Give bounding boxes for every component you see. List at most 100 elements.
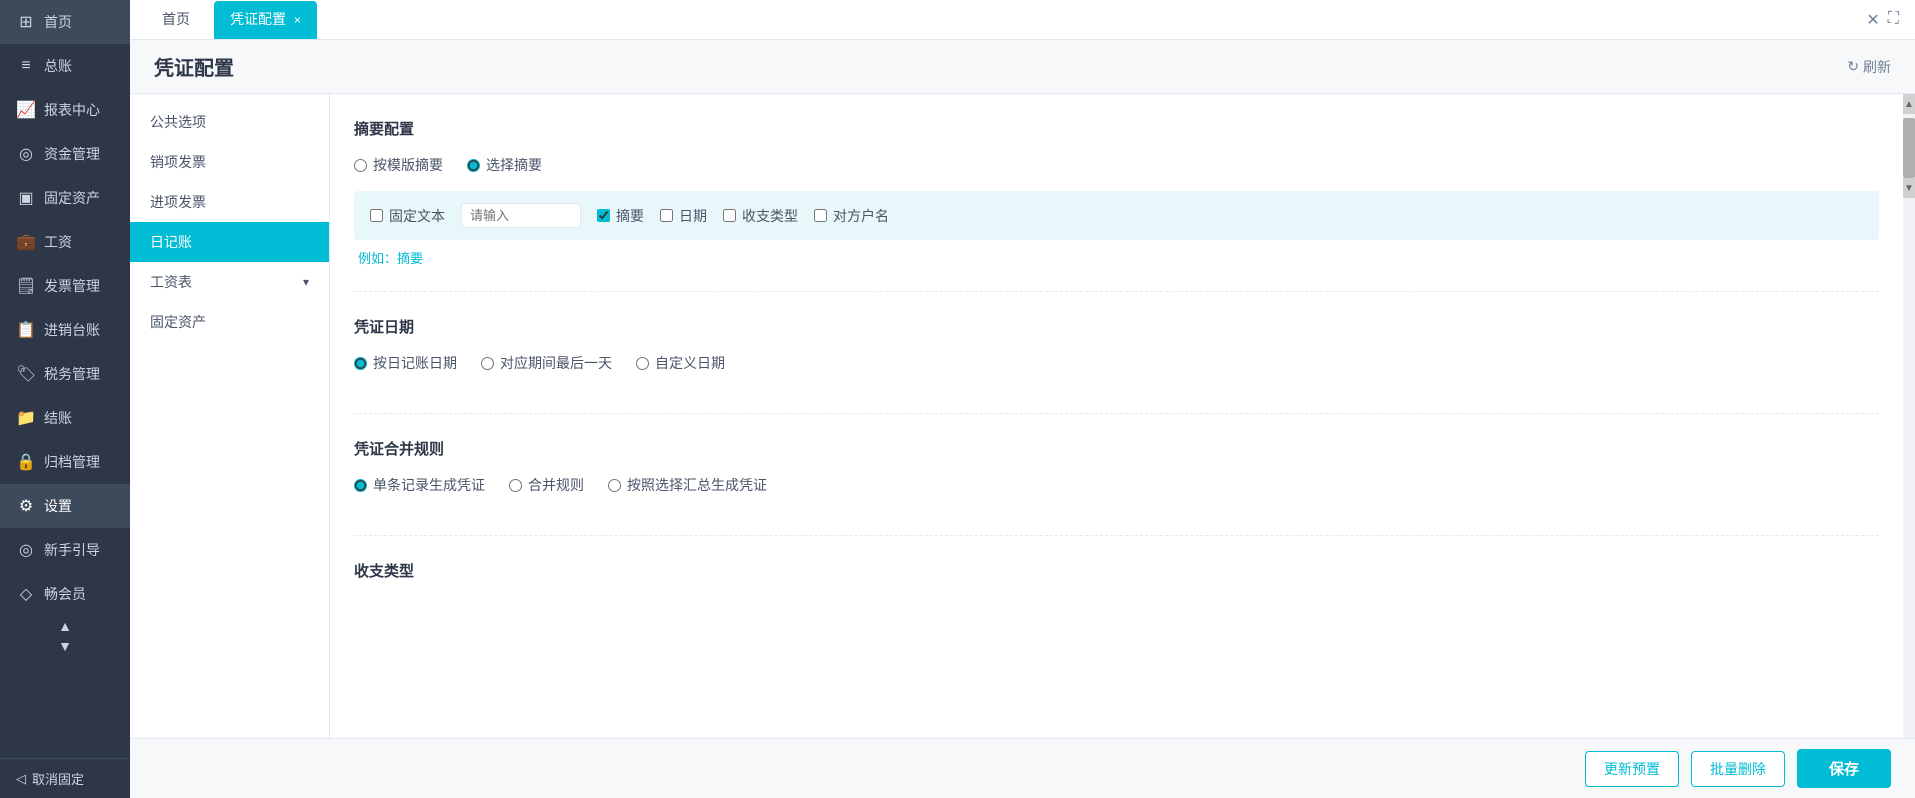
- batch-delete-button[interactable]: 批量删除: [1691, 751, 1785, 787]
- checkbox-counterpart[interactable]: 对方户名: [814, 206, 889, 226]
- radio-select-summary[interactable]: 选择摘要: [467, 155, 542, 175]
- sidebar-item-report[interactable]: 📈 报表中心: [0, 88, 130, 132]
- radio-template-summary[interactable]: 按模版摘要: [354, 155, 443, 175]
- sidebar-item-funds[interactable]: ◎ 资金管理: [0, 132, 130, 176]
- sidebar-scroll-up[interactable]: ▲: [0, 616, 130, 636]
- sidebar-item-label: 结账: [44, 408, 72, 428]
- unpin-button[interactable]: ◁ 取消固定: [0, 758, 130, 798]
- checkbox-income-type[interactable]: 收支类型: [723, 206, 798, 226]
- window-resize-icon[interactable]: ⛶: [1888, 10, 1899, 30]
- checkbox-fixed-text[interactable]: 固定文本: [370, 206, 445, 226]
- nav-item-journal[interactable]: 日记账: [130, 222, 329, 262]
- checkbox-fixed-text-label: 固定文本: [389, 206, 445, 226]
- sidebar-item-invoice-mgmt[interactable]: 🗒 发票管理: [0, 264, 130, 308]
- sidebar-item-archive[interactable]: 🔒 归档管理: [0, 440, 130, 484]
- sidebar-item-label: 发票管理: [44, 276, 100, 296]
- sidebar-item-assets[interactable]: ▣ 固定资产: [0, 176, 130, 220]
- page-header: 凭证配置 ↻ 刷新: [130, 40, 1915, 94]
- ledger-icon: ≡: [16, 57, 36, 75]
- update-preview-button[interactable]: 更新预置: [1585, 751, 1679, 787]
- refresh-button[interactable]: ↻ 刷新: [1847, 57, 1891, 77]
- scroll-up-button[interactable]: ▲: [1903, 94, 1915, 114]
- nav-item-sales-invoice-label: 销项发票: [150, 152, 206, 172]
- nav-item-sales-invoice[interactable]: 销项发票: [130, 142, 329, 182]
- checkbox-date[interactable]: 日期: [660, 206, 707, 226]
- sidebar-item-close[interactable]: 📁 结账: [0, 396, 130, 440]
- sidebar-item-settings[interactable]: ⚙ 设置: [0, 484, 130, 528]
- nav-item-purchase-invoice[interactable]: 进项发票: [130, 182, 329, 222]
- checkbox-income-type-input[interactable]: [723, 209, 736, 222]
- sidebar-item-label: 报表中心: [44, 100, 100, 120]
- section-merge-rules: 凭证合并规则 单条记录生成凭证 合并规则 按照选择汇总生成凭证: [354, 438, 1879, 536]
- radio-template-summary-label: 按模版摘要: [373, 155, 443, 175]
- section-summary-config: 摘要配置 按模版摘要 选择摘要 固定文本: [354, 118, 1879, 292]
- section-income-type: 收支类型: [354, 560, 1879, 621]
- radio-select-summary-total[interactable]: 按照选择汇总生成凭证: [608, 475, 767, 495]
- sidebar-item-tax[interactable]: 🏷 税务管理: [0, 352, 130, 396]
- radio-merge-rules[interactable]: 合并规则: [509, 475, 584, 495]
- radio-merge-rules-label: 合并规则: [528, 475, 584, 495]
- nav-item-payroll-label: 工资表: [150, 272, 192, 292]
- purchase-ledger-icon: 📋: [16, 320, 36, 340]
- sidebar-item-guide[interactable]: ◎ 新手引导: [0, 528, 130, 572]
- sidebar-item-purchase-ledger[interactable]: 📋 进销台账: [0, 308, 130, 352]
- radio-template-summary-input[interactable]: [354, 159, 367, 172]
- save-button[interactable]: 保存: [1797, 749, 1891, 788]
- sidebar-item-member[interactable]: ◇ 畅会员: [0, 572, 130, 616]
- checkbox-fixed-text-input[interactable]: [370, 209, 383, 222]
- scroll-thumb[interactable]: [1903, 118, 1915, 178]
- fixed-text-input[interactable]: [461, 203, 581, 228]
- sidebar-item-ledger[interactable]: ≡ 总账: [0, 44, 130, 88]
- radio-journal-date[interactable]: 按日记账日期: [354, 353, 457, 373]
- sidebar-scroll-down[interactable]: ▼: [0, 636, 130, 656]
- tab-voucher-config[interactable]: 凭证配置 ×: [214, 1, 317, 39]
- radio-select-summary-total-input[interactable]: [608, 479, 621, 492]
- checkbox-summary[interactable]: 摘要: [597, 206, 644, 226]
- tab-close-icon[interactable]: ×: [294, 13, 301, 27]
- sidebar-item-label: 工资: [44, 232, 72, 252]
- radio-custom-date-label: 自定义日期: [655, 353, 725, 373]
- home-icon: ⊞: [16, 12, 36, 32]
- radio-custom-date-input[interactable]: [636, 357, 649, 370]
- nav-item-fixed-assets[interactable]: 固定资产: [130, 302, 329, 342]
- example-text: 例如：摘要: [358, 248, 1879, 267]
- checkbox-date-label: 日期: [679, 206, 707, 226]
- nav-item-journal-label: 日记账: [150, 232, 192, 252]
- nav-item-payroll[interactable]: 工资表 ▾: [130, 262, 329, 302]
- settings-icon: ⚙: [16, 496, 36, 516]
- sidebar-item-salary[interactable]: 💼 工资: [0, 220, 130, 264]
- sidebar-item-label: 首页: [44, 12, 72, 32]
- radio-period-last-day[interactable]: 对应期间最后一天: [481, 353, 612, 373]
- tab-bar: 首页 凭证配置 × ✕ ⛶: [130, 0, 1915, 40]
- window-close-icon[interactable]: ✕: [1866, 10, 1879, 30]
- unpin-icon: ◁: [16, 771, 26, 787]
- sidebar-item-label: 归档管理: [44, 452, 100, 472]
- close-books-icon: 📁: [16, 408, 36, 428]
- income-type-title: 收支类型: [354, 560, 1879, 581]
- checkbox-counterpart-input[interactable]: [814, 209, 827, 222]
- sidebar-item-label: 设置: [44, 496, 72, 516]
- radio-journal-date-input[interactable]: [354, 357, 367, 370]
- tab-bar-actions: ✕ ⛶: [1866, 10, 1899, 30]
- tab-home-label: 首页: [162, 11, 190, 27]
- radio-single-record-input[interactable]: [354, 479, 367, 492]
- refresh-icon: ↻: [1847, 58, 1859, 75]
- nav-item-public[interactable]: 公共选项: [130, 102, 329, 142]
- radio-period-last-day-input[interactable]: [481, 357, 494, 370]
- checkbox-summary-input[interactable]: [597, 209, 610, 222]
- radio-merge-rules-input[interactable]: [509, 479, 522, 492]
- tab-home[interactable]: 首页: [146, 1, 206, 39]
- assets-icon: ▣: [16, 188, 36, 208]
- radio-custom-date[interactable]: 自定义日期: [636, 353, 725, 373]
- page-title: 凭证配置: [154, 52, 234, 81]
- scroll-down-button[interactable]: ▼: [1903, 178, 1915, 198]
- radio-select-summary-input[interactable]: [467, 159, 480, 172]
- radio-single-record[interactable]: 单条记录生成凭证: [354, 475, 485, 495]
- sidebar-item-home[interactable]: ⊞ 首页: [0, 0, 130, 44]
- merge-rules-title: 凭证合并规则: [354, 438, 1879, 459]
- radio-select-summary-label: 选择摘要: [486, 155, 542, 175]
- checkbox-date-input[interactable]: [660, 209, 673, 222]
- radio-period-last-day-label: 对应期间最后一天: [500, 353, 612, 373]
- sidebar-item-label: 税务管理: [44, 364, 100, 384]
- unpin-label: 取消固定: [32, 769, 84, 788]
